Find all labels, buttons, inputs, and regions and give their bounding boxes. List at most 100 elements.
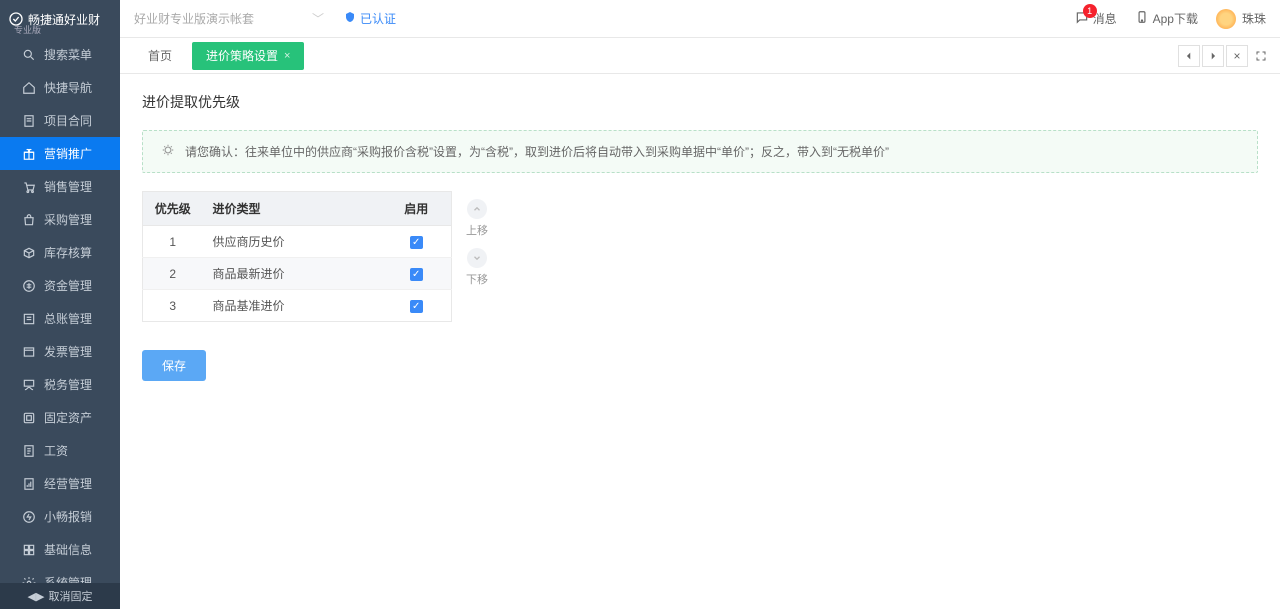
cell-priority: 2 xyxy=(143,258,203,290)
box-icon xyxy=(22,246,36,260)
checkbox-checked[interactable]: ✓ xyxy=(410,236,423,249)
invoice-icon xyxy=(22,345,36,359)
cell-priority: 1 xyxy=(143,226,203,258)
pin-icon: ◀▶ xyxy=(28,590,45,603)
user-menu[interactable]: 珠珠 xyxy=(1216,9,1266,29)
cell-priority: 3 xyxy=(143,290,203,322)
nav-label: 库存核算 xyxy=(44,244,92,261)
nav-inventory[interactable]: 库存核算 xyxy=(0,236,120,269)
nav-label: 搜索菜单 xyxy=(44,46,92,63)
nav-purchase[interactable]: 采购管理 xyxy=(0,203,120,236)
cell-type: 商品最新进价 xyxy=(203,258,382,290)
phone-icon xyxy=(1135,10,1149,27)
grid-icon xyxy=(22,543,36,557)
tabs-bar: 首页 进价策略设置 × × xyxy=(120,38,1280,74)
nav-search[interactable]: 搜索菜单 xyxy=(0,38,120,71)
nav-label: 快捷导航 xyxy=(44,79,92,96)
nav-business[interactable]: 经营管理 xyxy=(0,467,120,500)
nav-system[interactable]: 系统管理 xyxy=(0,566,120,583)
cart-icon xyxy=(22,180,36,194)
fullscreen-button[interactable] xyxy=(1250,45,1272,67)
nav-tax[interactable]: 税务管理 xyxy=(0,368,120,401)
nav-label: 销售管理 xyxy=(44,178,92,195)
nav-label: 经营管理 xyxy=(44,475,92,492)
table-section: 优先级 进价类型 启用 1 供应商历史价 ✓ 2 商品最新进价 ✓ xyxy=(142,191,1258,322)
verified-label: 已认证 xyxy=(360,10,396,27)
messages-badge: 1 xyxy=(1083,4,1097,18)
tab-label: 首页 xyxy=(148,47,172,64)
nav-label: 项目合同 xyxy=(44,112,92,129)
sidebar: 畅捷通好业财 专业版 搜索菜单 快捷导航 项目合同 营销推广 销售管理 采购管理… xyxy=(0,0,120,609)
asset-icon xyxy=(22,411,36,425)
close-icon[interactable]: × xyxy=(284,50,290,62)
messages-button[interactable]: 消息 1 xyxy=(1075,10,1117,27)
account-selector[interactable]: 好业财专业版演示帐套 ﹀ xyxy=(134,10,324,27)
nav-label: 总账管理 xyxy=(44,310,92,327)
checkbox-checked[interactable]: ✓ xyxy=(410,300,423,313)
save-button[interactable]: 保存 xyxy=(142,350,206,381)
nav-label: 基础信息 xyxy=(44,541,92,558)
table-row[interactable]: 1 供应商历史价 ✓ xyxy=(143,226,452,258)
move-up-label: 上移 xyxy=(466,222,488,238)
nav-label: 采购管理 xyxy=(44,211,92,228)
verified-badge[interactable]: 已认证 xyxy=(344,10,396,27)
tab-close-all-button[interactable]: × xyxy=(1226,45,1248,67)
nav-label: 发票管理 xyxy=(44,343,92,360)
table-header-row: 优先级 进价类型 启用 xyxy=(143,192,452,226)
chevron-down-icon: ﹀ xyxy=(312,10,324,27)
gift-icon xyxy=(22,147,36,161)
nav-contract[interactable]: 项目合同 xyxy=(0,104,120,137)
priority-table: 优先级 进价类型 启用 1 供应商历史价 ✓ 2 商品最新进价 ✓ xyxy=(142,191,452,322)
page-title: 进价提取优先级 xyxy=(142,92,1258,112)
nav-quicknav[interactable]: 快捷导航 xyxy=(0,71,120,104)
nav-label: 税务管理 xyxy=(44,376,92,393)
notice-text: 请您确认：往来单位中的供应商“采购报价含税”设置，为“含税”，取到进价后将自动带… xyxy=(185,143,889,160)
top-header: 好业财专业版演示帐套 ﹀ 已认证 消息 1 App下载 xyxy=(120,0,1280,38)
nav-assets[interactable]: 固定资产 xyxy=(0,401,120,434)
nav-expense[interactable]: 小畅报销 xyxy=(0,500,120,533)
col-type: 进价类型 xyxy=(203,192,382,226)
move-down-wrap: 下移 xyxy=(466,248,488,287)
nav-label: 小畅报销 xyxy=(44,508,92,525)
move-controls: 上移 下移 xyxy=(466,191,488,287)
checkbox-checked[interactable]: ✓ xyxy=(410,268,423,281)
info-icon xyxy=(161,143,175,160)
nav-funds[interactable]: 资金管理 xyxy=(0,269,120,302)
gear-icon xyxy=(22,576,36,584)
ledger-icon xyxy=(22,312,36,326)
tab-label: 进价策略设置 xyxy=(206,47,278,64)
nav-ledger[interactable]: 总账管理 xyxy=(0,302,120,335)
cell-enabled: ✓ xyxy=(382,226,452,258)
col-enabled: 启用 xyxy=(382,192,452,226)
nav-label: 营销推广 xyxy=(44,145,92,162)
nav-sales[interactable]: 销售管理 xyxy=(0,170,120,203)
col-priority: 优先级 xyxy=(143,192,203,226)
nav-basic[interactable]: 基础信息 xyxy=(0,533,120,566)
nav-invoice[interactable]: 发票管理 xyxy=(0,335,120,368)
tab-prev-button[interactable] xyxy=(1178,45,1200,67)
shield-icon xyxy=(344,11,356,26)
move-up-button[interactable] xyxy=(467,199,487,219)
app-download-button[interactable]: App下载 xyxy=(1135,10,1198,27)
header-right: 消息 1 App下载 珠珠 xyxy=(1075,9,1266,29)
sidebar-pin-toggle[interactable]: ◀▶ 取消固定 xyxy=(0,583,120,609)
table-row[interactable]: 2 商品最新进价 ✓ xyxy=(143,258,452,290)
main-area: 好业财专业版演示帐套 ﹀ 已认证 消息 1 App下载 xyxy=(120,0,1280,609)
tab-price-strategy[interactable]: 进价策略设置 × xyxy=(192,42,304,70)
nav-label: 资金管理 xyxy=(44,277,92,294)
pin-label: 取消固定 xyxy=(48,588,92,604)
money-icon xyxy=(22,279,36,293)
nav-label: 工资 xyxy=(44,442,68,459)
cell-type: 供应商历史价 xyxy=(203,226,382,258)
nav-salary[interactable]: 工资 xyxy=(0,434,120,467)
table-row[interactable]: 3 商品基准进价 ✓ xyxy=(143,290,452,322)
cell-type: 商品基准进价 xyxy=(203,290,382,322)
move-down-label: 下移 xyxy=(466,271,488,287)
brand-logo: 畅捷通好业财 专业版 xyxy=(0,0,120,38)
user-name: 珠珠 xyxy=(1242,10,1266,27)
nav-marketing[interactable]: 营销推广 xyxy=(0,137,120,170)
tab-next-button[interactable] xyxy=(1202,45,1224,67)
tab-home[interactable]: 首页 xyxy=(134,42,186,70)
move-down-button[interactable] xyxy=(467,248,487,268)
bag-icon xyxy=(22,213,36,227)
